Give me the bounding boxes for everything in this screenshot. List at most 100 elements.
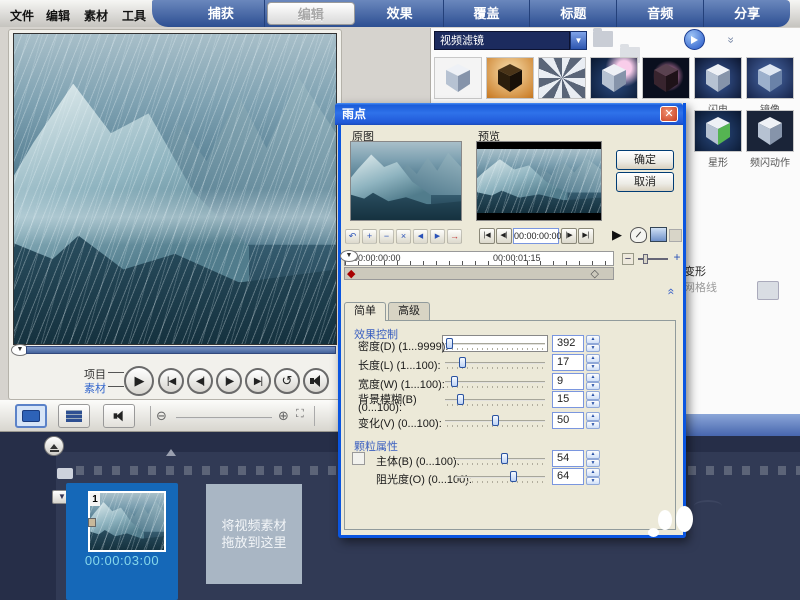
length-slider-thumb[interactable] [459, 357, 466, 368]
dlg-keyframe-track[interactable]: ◆ ◇ [344, 267, 614, 280]
bg-blur-slider[interactable] [445, 394, 545, 406]
storyboard-view-button[interactable] [15, 404, 47, 428]
timeline-position-marker[interactable] [166, 444, 176, 456]
keyframe-add-icon[interactable]: + [362, 229, 377, 244]
audio-view-button[interactable] [103, 404, 135, 428]
width-value[interactable]: 9 [552, 373, 584, 390]
dlg-zoom-thumb[interactable] [643, 254, 648, 264]
tab-overlay[interactable]: 覆盖 [444, 0, 531, 27]
menu-edit[interactable]: 编辑 [46, 7, 70, 24]
body-slider-thumb[interactable] [501, 453, 508, 464]
density-slider-thumb[interactable] [446, 338, 453, 349]
filter-item-star[interactable]: 星形 [692, 110, 744, 169]
keyframe-diamond-start[interactable]: ◆ [347, 268, 355, 280]
density-slider[interactable] [445, 338, 545, 350]
variation-slider[interactable] [445, 415, 545, 427]
tab-edit[interactable]: 编辑 [267, 2, 355, 25]
length-slider[interactable] [445, 357, 545, 369]
tab-effect[interactable]: 效果 [357, 0, 444, 27]
chevron-down-icon[interactable]: « [723, 31, 739, 49]
filter-item-mirror[interactable]: 镜像 [744, 57, 796, 116]
body-value[interactable]: 54 [552, 450, 584, 467]
performance-icon[interactable] [630, 227, 647, 243]
close-icon[interactable]: ✕ [660, 106, 678, 122]
keyframe-jump-icon[interactable]: → [447, 229, 462, 244]
bg-blur-value[interactable]: 15 [552, 391, 584, 408]
dlg-home-button[interactable]: |◀ [479, 228, 495, 244]
folder-icon[interactable] [593, 31, 613, 47]
dlg-timecode[interactable]: 00:00:00:00 [513, 228, 559, 244]
play-button[interactable]: ▶ [124, 366, 154, 396]
menu-tools[interactable]: 工具 [122, 7, 146, 24]
tab-capture[interactable]: 捕获 [178, 0, 265, 27]
width-slider[interactable] [445, 376, 545, 388]
prev-frame-button[interactable]: ◀| [187, 368, 213, 394]
opacity-slider[interactable] [455, 471, 545, 483]
cancel-button[interactable]: 取消 [616, 172, 674, 192]
keyframe-step-left-icon[interactable]: ◀ [413, 229, 428, 244]
volume-button[interactable] [303, 368, 329, 394]
repeat-button[interactable]: ↺ [274, 368, 300, 394]
keyframe-prev-icon[interactable]: ↶ [345, 229, 360, 244]
length-value[interactable]: 17 [552, 354, 584, 371]
particle-checkbox[interactable] [352, 452, 365, 465]
zoom-in-icon[interactable]: ⊕ [278, 408, 289, 424]
dialog-titlebar[interactable]: 雨点 [335, 103, 683, 125]
end-button[interactable]: ▶| [245, 368, 271, 394]
next-frame-button[interactable]: |▶ [216, 368, 242, 394]
device-preview-icon[interactable] [650, 227, 667, 242]
options-icon[interactable] [684, 29, 705, 50]
menu-clip[interactable]: 素材 [84, 7, 108, 24]
eject-button[interactable] [44, 436, 64, 456]
body-spinner[interactable]: ▲▼ [586, 450, 600, 467]
drop-placeholder[interactable]: 将视频素材 拖放到这里 [206, 484, 302, 584]
watermark-blob [648, 528, 659, 537]
density-spinner[interactable]: ▲▼ [586, 335, 600, 352]
clip-mode-label[interactable]: 素材 [84, 380, 106, 396]
menu-file[interactable]: 文件 [10, 7, 34, 24]
variation-spinner[interactable]: ▲▼ [586, 412, 600, 429]
tab-audio[interactable]: 音频 [617, 0, 704, 27]
opacity-value[interactable]: 64 [552, 468, 584, 485]
home-button[interactable]: |◀ [158, 368, 184, 394]
tab-title[interactable]: 标题 [530, 0, 617, 27]
timeline-view-button[interactable] [58, 404, 90, 428]
zoom-out-icon[interactable]: ⊖ [156, 408, 167, 424]
bg-blur-spinner[interactable]: ▲▼ [586, 391, 600, 408]
gallery-dropdown[interactable]: 视频滤镜 [434, 31, 570, 50]
dlg-next-frame-button[interactable]: |▶ [561, 228, 577, 244]
width-slider-thumb[interactable] [451, 376, 458, 387]
dlg-zoom-out-button[interactable]: − [622, 253, 634, 265]
fit-project-icon[interactable]: ⛶ [296, 408, 304, 421]
filter-item-strobe[interactable]: 频闪动作 [744, 110, 796, 169]
tab-share[interactable]: 分享 [704, 0, 790, 27]
deform-label[interactable]: 变形 [684, 263, 706, 279]
trim-bar[interactable] [26, 346, 336, 354]
gallery-dropdown-arrow[interactable]: ▼ [570, 31, 587, 50]
dlg-tab-simple[interactable]: 简单 [344, 302, 386, 321]
dlg-end-button[interactable]: ▶| [578, 228, 594, 244]
keyframe-remove-icon[interactable]: − [379, 229, 394, 244]
dlg-timeline-ruler[interactable]: 00:00:00:00 00:00:01:15 [344, 251, 614, 266]
ok-button[interactable]: 确定 [616, 150, 674, 170]
body-slider[interactable] [455, 453, 545, 465]
density-value[interactable]: 392 [552, 335, 584, 352]
variation-slider-thumb[interactable] [492, 415, 499, 426]
keyframe-step-right-icon[interactable]: ▶ [430, 229, 445, 244]
dlg-tab-advanced[interactable]: 高级 [388, 302, 430, 320]
variation-value[interactable]: 50 [552, 412, 584, 429]
dlg-trim-handle[interactable]: ▼ [340, 250, 358, 262]
opacity-spinner[interactable]: ▲▼ [586, 468, 600, 485]
keyframe-diamond-end[interactable]: ◇ [591, 268, 599, 280]
collapse-chevron-icon[interactable]: « [665, 284, 678, 300]
dlg-play-icon[interactable]: ▶ [612, 227, 622, 243]
keyframe-reverse-icon[interactable]: × [396, 229, 411, 244]
length-spinner[interactable]: ▲▼ [586, 354, 600, 371]
zoom-slider[interactable] [176, 417, 272, 419]
dlg-prev-frame-button[interactable]: ◀| [496, 228, 512, 244]
opacity-slider-thumb[interactable] [510, 471, 517, 482]
bg-blur-slider-thumb[interactable] [457, 394, 464, 405]
filter-item-lightning[interactable]: 闪电 [692, 57, 744, 116]
dlg-zoom-in-button[interactable]: + [670, 251, 684, 265]
width-spinner[interactable]: ▲▼ [586, 373, 600, 390]
